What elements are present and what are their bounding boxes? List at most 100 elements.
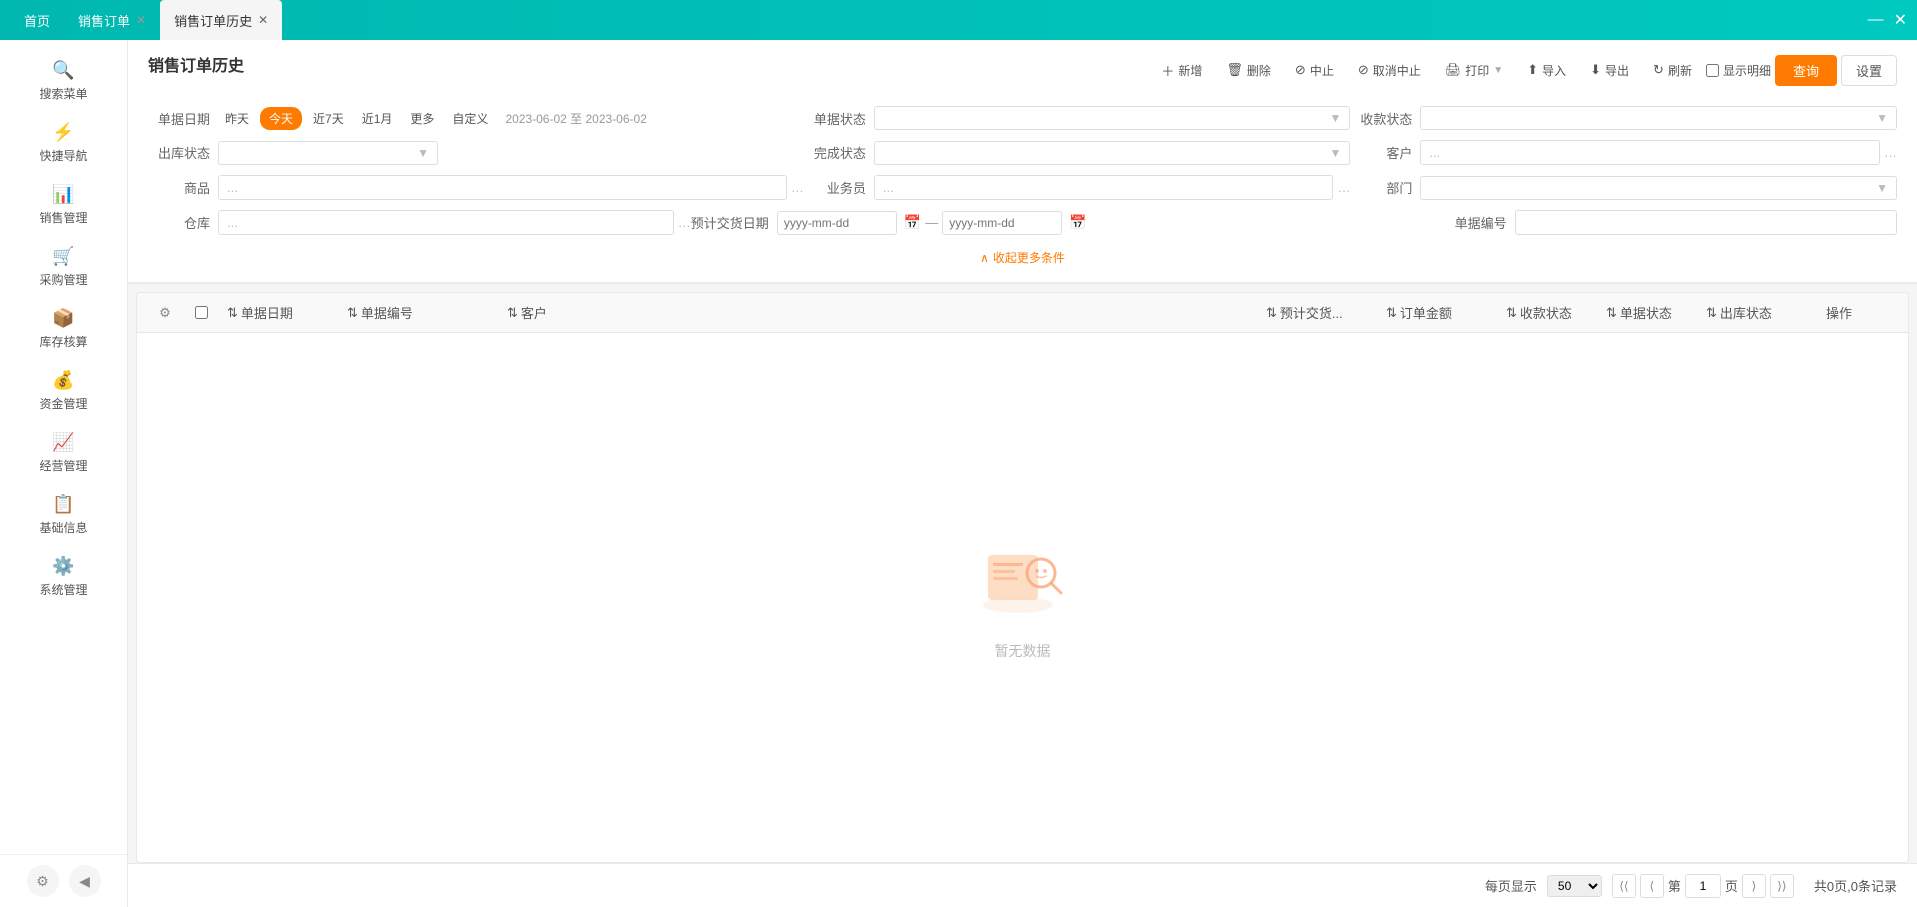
th-no[interactable]: ⇅ 单据编号 [339,303,499,322]
cancel-stop-icon: ⊘ [1358,62,1369,78]
empty-illustration [963,535,1083,625]
th-bill[interactable]: ⇅ 单据状态 [1598,303,1698,322]
filter-product: 商品 … [148,175,804,200]
import-button[interactable]: ⬆ 导入 [1517,57,1576,84]
table-select-all[interactable] [183,306,219,319]
sidebar-item-label-operations: 经营管理 [39,457,87,474]
sidebar-item-inventory[interactable]: 📦 库存核算 [0,298,127,360]
footer: 每页显示 10 20 50 100 ⟨⟨ ⟨ 第 页 ⟩ ⟩⟩ 共0页,0条记录 [128,863,1917,907]
warehouse-more-icon[interactable]: … [678,215,691,230]
sidebar-item-operations[interactable]: 📈 经营管理 [0,422,127,484]
product-label: 商品 [148,178,218,197]
page-number-input[interactable] [1685,874,1721,898]
sidebar-item-sys-mgmt[interactable]: ⚙️ 系统管理 [0,546,127,608]
sidebar-collapse-btn[interactable]: ◀ [69,865,101,897]
date-dash: — [925,215,938,230]
page-header-wrap: 销售订单历史 ＋ 新增 🗑 删除 ⊘ 中止 ⊘ [128,40,1917,284]
tab-sales-order-history[interactable]: 销售订单历史 ✕ [160,0,282,40]
bill-status-chevron-icon: ▼ [1330,111,1342,125]
th-receipt[interactable]: ⇅ 收款状态 [1498,303,1598,322]
sidebar-item-sales-mgmt[interactable]: 📊 销售管理 [0,174,127,236]
filter-date: 单据日期 昨天 今天 近7天 近1月 更多 自定义 2023-06-02 至 2… [148,107,804,130]
stop-button[interactable]: ⊘ 中止 [1285,57,1344,84]
bill-status-select[interactable]: ▼ [874,106,1351,130]
product-more-icon[interactable]: … [791,180,804,195]
th-outbound[interactable]: ⇅ 出库状态 [1698,303,1818,322]
th-delivery[interactable]: ⇅ 预计交货... [1258,303,1378,322]
warehouse-input[interactable] [218,210,674,235]
bill-no-input[interactable] [1515,210,1897,235]
sidebar-item-basic-info[interactable]: 📋 基础信息 [0,484,127,546]
tab-sales-order-history-close[interactable]: ✕ [258,13,268,27]
toolbar-group: ＋ 新增 🗑 删除 ⊘ 中止 ⊘ 取消中止 [1151,55,1897,86]
delete-button[interactable]: 🗑 删除 [1216,57,1281,84]
calendar-end-icon[interactable]: 📅 [1069,214,1086,231]
date-btn-yesterday[interactable]: 昨天 [218,107,256,130]
salesperson-label: 业务员 [804,178,874,197]
close-window-icon[interactable]: ✕ [1894,10,1907,30]
new-button[interactable]: ＋ 新增 [1151,56,1212,85]
salesperson-input[interactable] [874,175,1334,200]
date-btn-more[interactable]: 更多 [403,107,441,130]
customer-more-icon[interactable]: … [1884,145,1897,160]
filter-complete-status: 完成状态 ▼ [804,141,1351,165]
show-detail-checkbox[interactable] [1706,64,1719,77]
page-first-btn[interactable]: ⟨⟨ [1612,874,1636,898]
basic-info-icon: 📋 [52,494,74,515]
per-page-select[interactable]: 10 20 50 100 [1547,875,1602,897]
sidebar-item-label-quick-nav: 快捷导航 [39,147,87,164]
minimize-icon[interactable]: — [1868,11,1884,29]
page-next-btn[interactable]: ⟩ [1742,874,1766,898]
receipt-status-select[interactable]: ▼ [1420,106,1897,130]
settings-button[interactable]: 设置 [1841,55,1897,86]
date-btn-last7[interactable]: 近7天 [306,107,351,130]
th-amount[interactable]: ⇅ 订单金额 [1378,303,1498,322]
page-nav: ⟨⟨ ⟨ 第 页 ⟩ ⟩⟩ [1612,874,1794,898]
show-detail-checkbox-label[interactable]: 显示明细 [1706,62,1771,79]
receipt-status-label: 收款状态 [1350,109,1420,128]
date-range-display: 2023-06-02 至 2023-06-02 [505,110,646,127]
operations-icon: 📈 [52,432,74,453]
sidebar-item-label-sys-mgmt: 系统管理 [39,581,87,598]
tab-home[interactable]: 首页 [10,0,64,40]
sidebar-item-finance[interactable]: 💰 资金管理 [0,360,127,422]
expected-date-end[interactable] [942,211,1062,235]
sidebar-settings-btn[interactable]: ⚙ [27,865,59,897]
delete-icon: 🗑 [1226,62,1243,78]
cancel-stop-button[interactable]: ⊘ 取消中止 [1348,57,1431,84]
outbound-status-select[interactable]: ▼ [218,141,438,165]
sidebar-item-quick-nav[interactable]: ⚡ 快捷导航 [0,112,127,174]
table-area: ⚙ ⇅ 单据日期 ⇅ 单据编号 ⇅ 客户 ⇅ 预计交货. [136,292,1909,863]
query-button[interactable]: 查询 [1775,55,1837,86]
department-select[interactable]: ▼ [1420,176,1897,200]
sort-icon-date: ⇅ [227,305,238,321]
tab-sales-order-close[interactable]: ✕ [136,13,146,27]
export-button[interactable]: ⬇ 导出 [1580,57,1639,84]
table-settings-btn[interactable]: ⚙ [147,305,183,321]
date-btn-last-month[interactable]: 近1月 [355,107,400,130]
sidebar-item-purchase-mgmt[interactable]: 🛒 采购管理 [0,236,127,298]
th-customer[interactable]: ⇅ 客户 [499,303,1258,322]
sidebar-item-search-menu[interactable]: 🔍 搜索菜单 [0,50,127,112]
salesperson-more-icon[interactable]: … [1337,180,1350,195]
refresh-button[interactable]: ↻ 刷新 [1643,57,1702,84]
sort-icon-customer: ⇅ [507,305,518,321]
th-date[interactable]: ⇅ 单据日期 [219,303,339,322]
complete-status-select[interactable]: ▼ [874,141,1351,165]
date-btn-custom[interactable]: 自定义 [445,107,495,130]
calendar-start-icon[interactable]: 📅 [904,214,921,231]
total-info: 共0页,0条记录 [1814,876,1897,895]
page-last-btn[interactable]: ⟩⟩ [1770,874,1794,898]
customer-input[interactable] [1420,140,1880,165]
date-btn-today[interactable]: 今天 [260,107,302,130]
product-input[interactable] [218,175,787,200]
tab-sales-order[interactable]: 销售订单 ✕ [64,0,160,40]
filter-bill-no: 单据编号 [1445,210,1897,235]
select-all-checkbox[interactable] [195,306,208,319]
page-prev-btn[interactable]: ⟨ [1640,874,1664,898]
collapse-button[interactable]: ∧ 收起更多条件 [148,245,1897,270]
expected-date-start[interactable] [777,211,897,235]
sort-icon-amount: ⇅ [1386,305,1397,321]
print-button[interactable]: 🖨 打印 ▼ [1435,57,1513,84]
complete-status-label: 完成状态 [804,143,874,162]
